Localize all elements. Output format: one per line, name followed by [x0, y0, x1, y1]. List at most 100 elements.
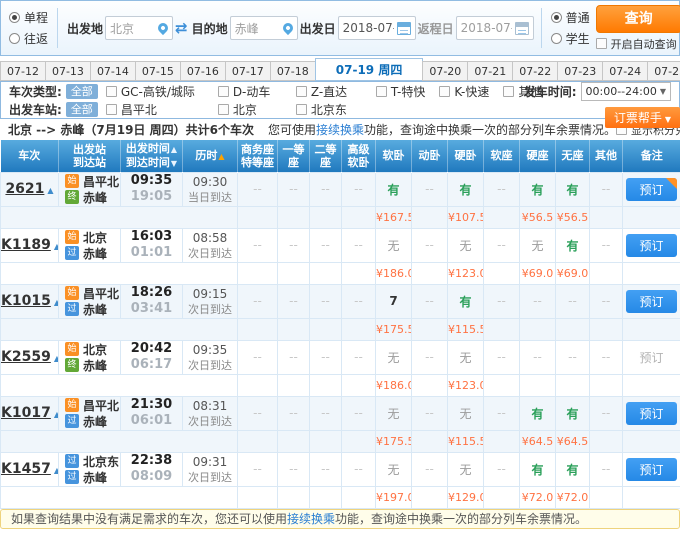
- date-tab-07-19[interactable]: 07-19 周四: [315, 58, 424, 81]
- return-date-input[interactable]: 2018-07-12: [456, 16, 534, 40]
- to-station: 过赤峰: [65, 301, 120, 317]
- date-tab-07-24[interactable]: 07-24: [602, 61, 648, 81]
- depart-time-select[interactable]: 00:00--24:00 ▼: [581, 82, 671, 101]
- price-cell: [484, 486, 520, 508]
- train-number-link[interactable]: K1017: [1, 405, 51, 421]
- transfer-tip: 您可使用接续换乘功能，查询途中换乘一次的部分列车余票情况。: [268, 121, 616, 138]
- date-tab-07-25[interactable]: 07-25: [647, 61, 680, 81]
- column-header: 商务座特等座: [238, 140, 278, 172]
- train-number-link[interactable]: 2621: [5, 181, 44, 197]
- duration: 09:35: [183, 342, 237, 358]
- train-type-option-0[interactable]: GC-高铁/城际: [106, 83, 204, 100]
- price-cell: [590, 262, 623, 284]
- station-option-0[interactable]: 昌平北: [106, 101, 204, 118]
- to-value: 赤峰: [235, 20, 280, 37]
- date-tab-07-22[interactable]: 07-22: [512, 61, 558, 81]
- date-tab-07-21[interactable]: 07-21: [467, 61, 513, 81]
- date-tab-07-20[interactable]: 07-20: [422, 61, 468, 81]
- column-header[interactable]: 出发时间▲到达时间▼: [121, 140, 183, 172]
- train-number-link[interactable]: K1015: [1, 293, 51, 309]
- auto-query-option[interactable]: 开启自动查询: [596, 36, 677, 52]
- expand-toggle-icon[interactable]: ▲: [54, 354, 59, 363]
- station-option-1[interactable]: 北京: [218, 101, 282, 118]
- date-tab-07-15[interactable]: 07-15: [135, 61, 181, 81]
- seat-availability-cell: --: [556, 340, 590, 374]
- location-pin-icon[interactable]: [156, 21, 170, 35]
- price-cell: [590, 430, 623, 452]
- sort-arrow-icon[interactable]: ▼: [171, 159, 177, 168]
- from-input[interactable]: 北京: [105, 16, 173, 40]
- date-tab-07-18[interactable]: 07-18: [270, 61, 316, 81]
- search-panel: 单程 往返 出发地 北京 ⇄ 目的地 赤峰 出发日 2018-07-19 返程日…: [0, 0, 680, 56]
- arrive-time: 03:41: [121, 301, 182, 317]
- seat-availability-cell: --: [590, 452, 623, 486]
- depart-date-input[interactable]: 2018-07-19: [338, 16, 416, 40]
- train-type-option-2[interactable]: Z-直达: [296, 83, 362, 100]
- calendar-icon[interactable]: [397, 22, 411, 35]
- calendar-icon[interactable]: [515, 22, 529, 35]
- trip-round-option[interactable]: 往返: [9, 30, 48, 47]
- column-header[interactable]: 历时▲: [183, 140, 238, 172]
- depart-date-value: 2018-07-19: [343, 21, 394, 35]
- seat-availability-cell: 无: [376, 396, 412, 430]
- booking-helper-button[interactable]: 订票帮手▼: [605, 107, 680, 128]
- passenger-normal-label: 普通: [566, 9, 590, 26]
- to-input[interactable]: 赤峰: [230, 16, 298, 40]
- price-cell: [278, 430, 310, 452]
- station-option-2[interactable]: 北京东: [296, 101, 362, 118]
- trip-oneway-option[interactable]: 单程: [9, 9, 48, 26]
- station-all-chip[interactable]: 全部: [66, 102, 98, 117]
- expand-toggle-icon[interactable]: ▲: [54, 410, 59, 419]
- checkbox-icon: [106, 86, 117, 97]
- train-number-link[interactable]: K1457: [1, 461, 51, 477]
- arrival-day: 次日到达: [183, 246, 237, 261]
- price-cell: [342, 206, 376, 228]
- expand-toggle-icon[interactable]: ▲: [47, 186, 53, 195]
- expand-toggle-icon[interactable]: ▲: [54, 242, 59, 251]
- train-type-option-4[interactable]: K-快速: [439, 83, 489, 100]
- book-button[interactable]: 预订: [626, 402, 676, 425]
- train-type-option-1[interactable]: D-动车: [218, 83, 282, 100]
- date-tab-07-14[interactable]: 07-14: [90, 61, 136, 81]
- seat-availability-cell: --: [556, 284, 590, 318]
- train-type-option-3[interactable]: T-特快: [376, 83, 426, 100]
- sort-arrow-icon[interactable]: ▲: [171, 145, 177, 154]
- date-tab-07-23[interactable]: 07-23: [557, 61, 603, 81]
- book-button[interactable]: 预订: [626, 178, 676, 201]
- query-button[interactable]: 查询: [596, 5, 680, 33]
- expand-toggle-icon[interactable]: ▲: [54, 466, 59, 475]
- price-cell: [484, 374, 520, 396]
- passenger-normal-option[interactable]: 普通: [551, 9, 590, 26]
- train-number-link[interactable]: K2559: [1, 349, 51, 365]
- train-type-all-chip[interactable]: 全部: [66, 84, 98, 99]
- transfer-link[interactable]: 接续换乘: [287, 510, 335, 527]
- arrival-day: 次日到达: [183, 414, 237, 429]
- location-pin-icon[interactable]: [281, 21, 295, 35]
- expand-toggle-icon[interactable]: ▲: [54, 298, 59, 307]
- price-cell: [310, 206, 342, 228]
- transfer-link[interactable]: 接续换乘: [316, 123, 364, 137]
- from-label: 出发地: [67, 20, 103, 37]
- sort-arrow-icon[interactable]: ▲: [218, 152, 224, 161]
- checkbox-icon: [218, 104, 229, 115]
- book-button[interactable]: 预订: [626, 290, 676, 313]
- column-header: 其他: [590, 140, 623, 172]
- date-tab-07-12[interactable]: 07-12: [0, 61, 46, 81]
- station-tag-icon: 终: [65, 190, 79, 204]
- swap-stations-icon[interactable]: ⇄: [175, 19, 188, 37]
- price-cell: ¥129.0: [448, 486, 484, 508]
- seat-availability-cell: 无: [520, 228, 556, 262]
- date-tab-07-17[interactable]: 07-17: [225, 61, 271, 81]
- seat-availability-cell: --: [342, 396, 376, 430]
- train-number-link[interactable]: K1189: [1, 237, 51, 253]
- date-tab-07-13[interactable]: 07-13: [45, 61, 91, 81]
- seat-availability-cell: --: [412, 228, 448, 262]
- trip-type-group: 单程 往返: [9, 9, 48, 47]
- book-button[interactable]: 预订: [626, 458, 676, 481]
- train-query-page: 单程 往返 出发地 北京 ⇄ 目的地 赤峰 出发日 2018-07-19 返程日…: [0, 0, 680, 547]
- checkbox-icon: [296, 86, 307, 97]
- passenger-student-option[interactable]: 学生: [551, 30, 590, 47]
- book-button[interactable]: 预订: [626, 234, 676, 257]
- date-tab-07-16[interactable]: 07-16: [180, 61, 226, 81]
- price-cell: [520, 374, 556, 396]
